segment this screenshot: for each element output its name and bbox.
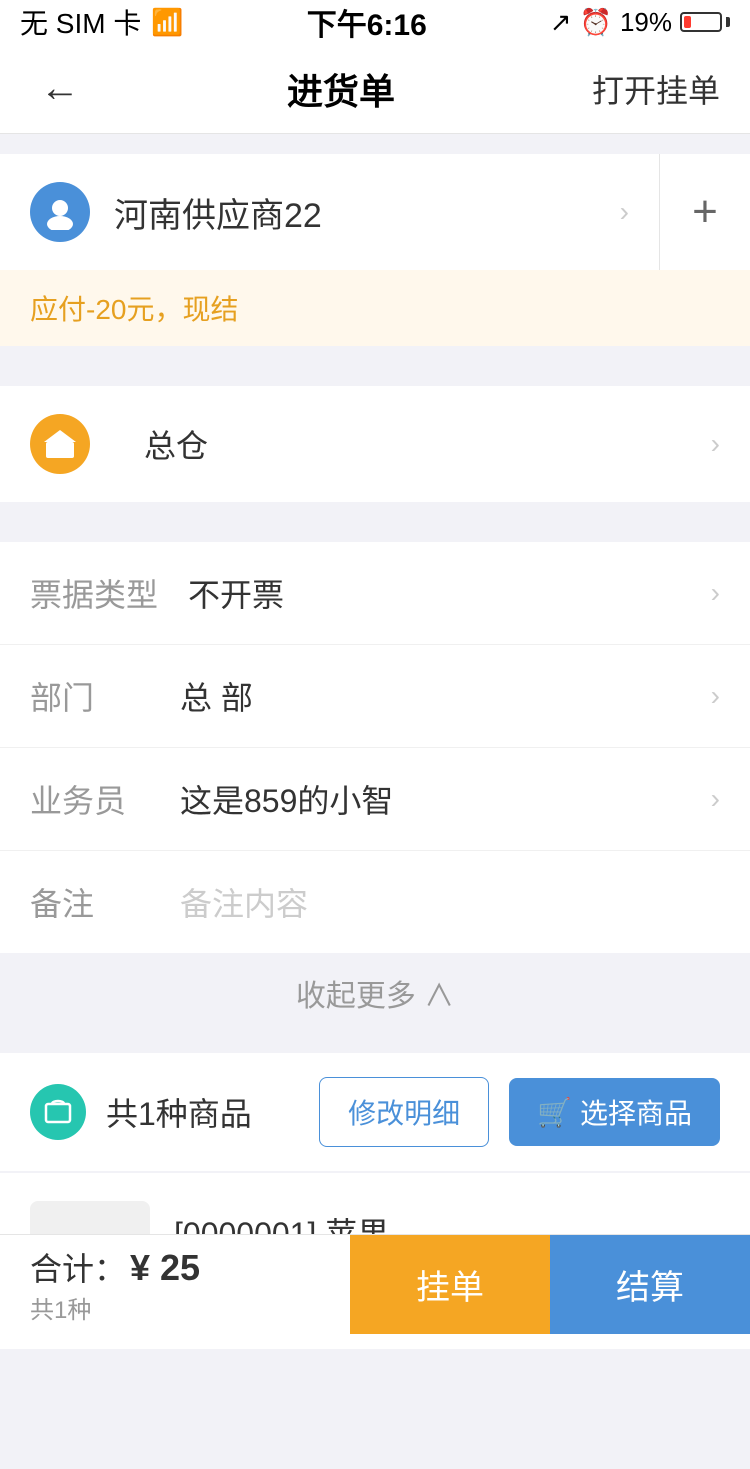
info-banner: 应付-20元，现结 [0,270,750,346]
supplier-avatar [30,182,90,242]
add-supplier-button[interactable]: + [660,154,750,270]
total-count: 共1种 [30,1290,320,1325]
top-divider [0,134,750,154]
chevron-right-invoice: › [711,577,720,609]
invoice-type-row[interactable]: 票据类型 不开票 › [0,542,750,645]
status-right: ↗ ⏰ 19% [550,7,730,38]
warehouse-row[interactable]: 总仓 › [0,386,750,502]
salesperson-row[interactable]: 业务员 这是859的小智 › [0,748,750,851]
divider-2 [0,346,750,366]
product-header: 共1种商品 修改明细 🛒 选择商品 [0,1053,750,1171]
warehouse-value: 总仓 [144,421,701,467]
invoice-type-label: 票据类型 [30,570,158,616]
product-section-icon [30,1084,86,1140]
salesperson-value: 这是859的小智 [180,776,701,822]
warehouse-icon [30,414,90,474]
chevron-right-icon: › [620,196,629,228]
remark-label: 备注 [30,879,150,925]
supplier-section: 河南供应商22 › + [0,154,750,270]
bottom-spacer [0,1349,750,1469]
department-label: 部门 [30,673,150,719]
salesperson-label: 业务员 [30,776,150,822]
remark-input[interactable]: 备注内容 [180,879,720,925]
wifi-icon: 📶 [151,7,183,38]
status-bar: 无 SIM 卡 📶 下午6:16 ↗ ⏰ 19% [0,0,750,44]
supplier-name: 河南供应商22 [114,188,610,237]
checkout-button[interactable]: 结算 [550,1235,750,1334]
cart-icon: 🛒 [537,1096,572,1129]
alarm-icon: ⏰ [580,7,612,38]
hold-button[interactable]: 挂单 [350,1235,550,1334]
warehouse-section: 总仓 › [0,386,750,502]
remark-row[interactable]: 备注 备注内容 [0,851,750,953]
chevron-right-warehouse: › [711,428,720,460]
carrier-text: 无 SIM 卡 [20,2,141,42]
edit-detail-button[interactable]: 修改明细 [319,1077,489,1147]
page-title: 进货单 [287,63,395,115]
battery-icon [680,12,730,32]
collapse-toggle[interactable]: 收起更多 ∧ [0,953,750,1033]
total-section: 合计： ¥ 25 共1种 [0,1235,350,1334]
divider-3 [0,502,750,522]
bottom-bar: 合计： ¥ 25 共1种 挂单 结算 [0,1234,750,1334]
select-product-button[interactable]: 🛒 选择商品 [509,1078,720,1146]
back-button[interactable]: ← [30,56,90,121]
total-label: 合计： [30,1244,126,1290]
department-value: 总 部 [180,673,701,719]
status-time: 下午6:16 [307,0,427,44]
open-hold-button[interactable]: 打开挂单 [592,66,720,112]
chevron-right-sales: › [711,783,720,815]
battery-percent: 19% [620,7,672,38]
total-amount: ¥ 25 [130,1247,200,1289]
plus-icon: + [692,187,718,237]
supplier-select-button[interactable]: 河南供应商22 › [0,154,660,270]
chevron-right-dept: › [711,680,720,712]
status-left: 无 SIM 卡 📶 [20,2,184,42]
nav-bar: ← 进货单 打开挂单 [0,44,750,134]
product-count-label: 共1种商品 [106,1089,299,1135]
form-section: 票据类型 不开票 › 部门 总 部 › 业务员 这是859的小智 › 备注 备注… [0,542,750,953]
location-icon: ↗ [550,7,572,38]
collapse-label: 收起更多 ∧ [296,971,454,1015]
invoice-type-value: 不开票 [188,570,701,616]
department-row[interactable]: 部门 总 部 › [0,645,750,748]
